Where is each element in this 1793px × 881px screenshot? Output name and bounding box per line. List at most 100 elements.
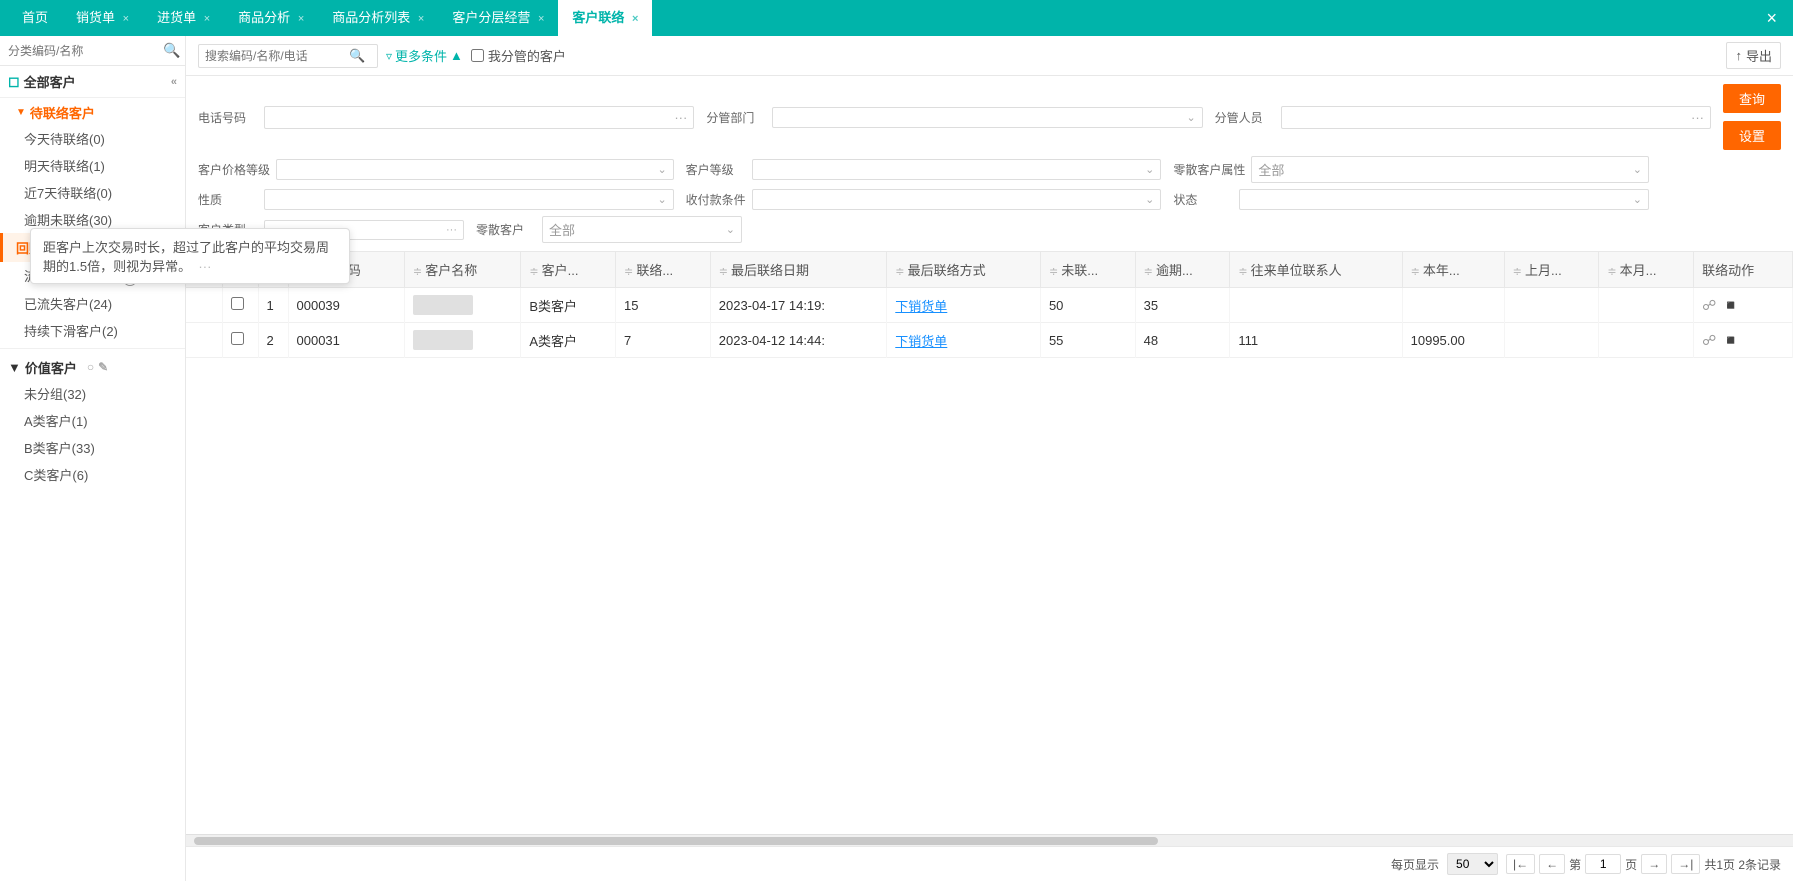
td-overdue-2: 48 (1135, 323, 1230, 358)
nav-home[interactable]: 首页 (8, 0, 62, 36)
th-contact-action: 联络动作 (1694, 252, 1793, 288)
nav-customer-contact[interactable]: 客户联络 × (558, 0, 652, 36)
all-customers-icon: ◻ (8, 73, 20, 90)
row1-checkbox[interactable] (231, 297, 244, 310)
row1-grid-icon[interactable]: ◾ (1722, 297, 1739, 314)
setting-button[interactable]: 设置 (1723, 121, 1781, 150)
th-last-contact-method[interactable]: 最后联络方式 (887, 252, 1041, 288)
customer-table: ⚙ 客户编码 客户名称 客户... (186, 252, 1793, 358)
sidebar-pending-group[interactable]: ▼ 待联络客户 (0, 98, 185, 125)
my-customers-checkbox[interactable] (471, 49, 484, 62)
sidebar-search-input[interactable] (8, 44, 163, 58)
top-nav: 首页 销货单 × 进货单 × 商品分析 × 商品分析列表 × 客户分层经营 × … (0, 0, 1793, 36)
page-input[interactable] (1585, 854, 1621, 874)
th-last-contact-date[interactable]: 最后联络日期 (710, 252, 887, 288)
sidebar-value-group[interactable]: ▼ 价值客户 ○ ✎ (0, 353, 185, 380)
td-last-contact-method-1: 下销货单 (887, 288, 1041, 323)
nav-sales-close[interactable]: × (123, 13, 129, 25)
th-last-month[interactable]: 上月... (1504, 252, 1599, 288)
filter-phone-dots: ··· (674, 110, 687, 125)
filter-person-input[interactable]: ··· (1281, 106, 1711, 129)
filter-price-level-label: 客户价格等级 (198, 161, 270, 178)
nav-sales[interactable]: 销货单 × (62, 0, 143, 36)
th-overdue[interactable]: 逾期... (1135, 252, 1230, 288)
value-group-arrow: ▼ (8, 360, 21, 375)
filter-retail-customer-select[interactable]: 全部 ⌄ (542, 216, 742, 243)
sidebar-value-c[interactable]: C类客户(6) (0, 461, 185, 488)
sidebar-value-b[interactable]: B类客户(33) (0, 434, 185, 461)
filter-search-input[interactable] (205, 49, 345, 63)
export-button[interactable]: ↑ 导出 (1726, 42, 1781, 69)
th-category[interactable]: 客户... (521, 252, 616, 288)
total-info: 共1页 2条记录 (1704, 856, 1781, 873)
sidebar-all-customers[interactable]: ◻ 全部客户 « (0, 66, 185, 98)
nav-purchase-close[interactable]: × (204, 13, 210, 25)
tooltip-popup: 距客户上次交易时长，超过了此客户的平均交易周期的1.5倍，则视为异常。 ··· (30, 228, 186, 284)
horizontal-scrollbar[interactable] (186, 834, 1793, 846)
nav-goods-analysis-close[interactable]: × (298, 13, 304, 25)
filter-dept-select[interactable]: ⌄ (772, 107, 1202, 128)
filter-price-level-select[interactable]: ⌄ (276, 159, 674, 180)
th-contact[interactable]: 联络... (616, 252, 711, 288)
sidebar-value-a[interactable]: A类客户(1) (0, 407, 185, 434)
nav-customer-contact-close[interactable]: × (632, 13, 638, 25)
nav-purchase[interactable]: 进货单 × (143, 0, 224, 36)
main-layout: 🔍 ◻ 全部客户 « ▼ 待联络客户 今天待联络(0) 明天待联络(1) 近7天… (0, 36, 1793, 881)
th-name[interactable]: 客户名称 (404, 252, 520, 288)
td-contact-1: 15 (616, 288, 711, 323)
first-page-btn[interactable]: |← (1506, 854, 1535, 874)
filter-customer-level-select[interactable]: ⌄ (752, 159, 1162, 180)
sidebar-search-icon[interactable]: 🔍 (163, 42, 180, 59)
td-code-2: 000031 (288, 323, 404, 358)
value-group-circle-icon[interactable]: ○ (87, 360, 94, 374)
filter-gender-select[interactable]: ⌄ (264, 189, 674, 210)
filter-status-select[interactable]: ⌄ (1239, 189, 1649, 210)
sidebar-collapse-arrow[interactable]: « (171, 76, 177, 88)
sidebar: 🔍 ◻ 全部客户 « ▼ 待联络客户 今天待联络(0) 明天待联络(1) 近7天… (0, 36, 186, 881)
page-nav: |← ← 第 页 → →| 共1页 2条记录 (1506, 854, 1781, 874)
td-name-1 (404, 288, 520, 323)
last-page-btn[interactable]: →| (1671, 854, 1700, 874)
prev-page-btn[interactable]: ← (1539, 854, 1565, 874)
filter-retail-customer-label: 零散客户 (476, 221, 536, 238)
filter-phone-input[interactable]: ··· (264, 106, 694, 129)
more-conditions-btn[interactable]: ▿ 更多条件 ▲ (386, 46, 463, 65)
th-unpaid[interactable]: 未联... (1040, 252, 1135, 288)
query-button[interactable]: 查询 (1723, 84, 1781, 113)
th-this-year[interactable]: 本年... (1402, 252, 1504, 288)
th-this-month[interactable]: 本月... (1599, 252, 1694, 288)
sidebar-falling[interactable]: 持续下滑客户(2) (0, 317, 185, 344)
filter-retail-attr-select[interactable]: 全部 ⌄ (1251, 156, 1649, 183)
td-last-contact-date-2: 2023-04-12 14:44: (710, 323, 887, 358)
sidebar-lost-confirm[interactable]: 已流失客户(24) (0, 290, 185, 317)
nav-goods-analysis-list[interactable]: 商品分析列表 × (318, 0, 438, 36)
window-close-button[interactable]: × (1758, 8, 1785, 29)
td-code-1: 000039 (288, 288, 404, 323)
nav-customer-tier[interactable]: 客户分层经营 × (438, 0, 558, 36)
row2-grid-icon[interactable]: ◾ (1722, 332, 1739, 349)
td-category-1: B类客户 (521, 288, 616, 323)
sidebar-value-ungrouped[interactable]: 未分组(32) (0, 380, 185, 407)
sidebar-item-7days[interactable]: 近7天待联络(0) (0, 179, 185, 206)
filter-payment-select[interactable]: ⌄ (752, 189, 1162, 210)
th-company-contact[interactable]: 往来单位联系人 (1230, 252, 1402, 288)
sidebar-item-tomorrow[interactable]: 明天待联络(1) (0, 152, 185, 179)
next-page-btn[interactable]: → (1641, 854, 1667, 874)
filter-row-1: 电话号码 ··· 分管部门 ⌄ 分管人员 (198, 84, 1781, 150)
scrollbar-thumb[interactable] (194, 837, 1158, 845)
per-page-select[interactable]: 50 100 200 (1447, 853, 1498, 875)
filter-customer-type-arrow: ··· (446, 224, 457, 236)
table-body: 1 000039 B类客户 15 (186, 288, 1793, 358)
filter-price-level-arrow: ⌄ (657, 163, 666, 176)
value-group-edit-icon[interactable]: ✎ (98, 360, 108, 374)
row2-checkbox[interactable] (231, 332, 244, 345)
nav-goods-analysis-list-close[interactable]: × (418, 13, 424, 25)
sidebar-item-today[interactable]: 今天待联络(0) (0, 125, 185, 152)
row1-link-icon[interactable]: ☍ (1702, 297, 1716, 314)
nav-customer-tier-close[interactable]: × (538, 13, 544, 25)
row2-link-icon[interactable]: ☍ (1702, 332, 1716, 349)
filter-retail-customer-arrow: ⌄ (726, 223, 735, 236)
filter-search-icon[interactable]: 🔍 (349, 48, 365, 64)
nav-goods-analysis[interactable]: 商品分析 × (224, 0, 318, 36)
td-this-year-1 (1402, 288, 1504, 323)
